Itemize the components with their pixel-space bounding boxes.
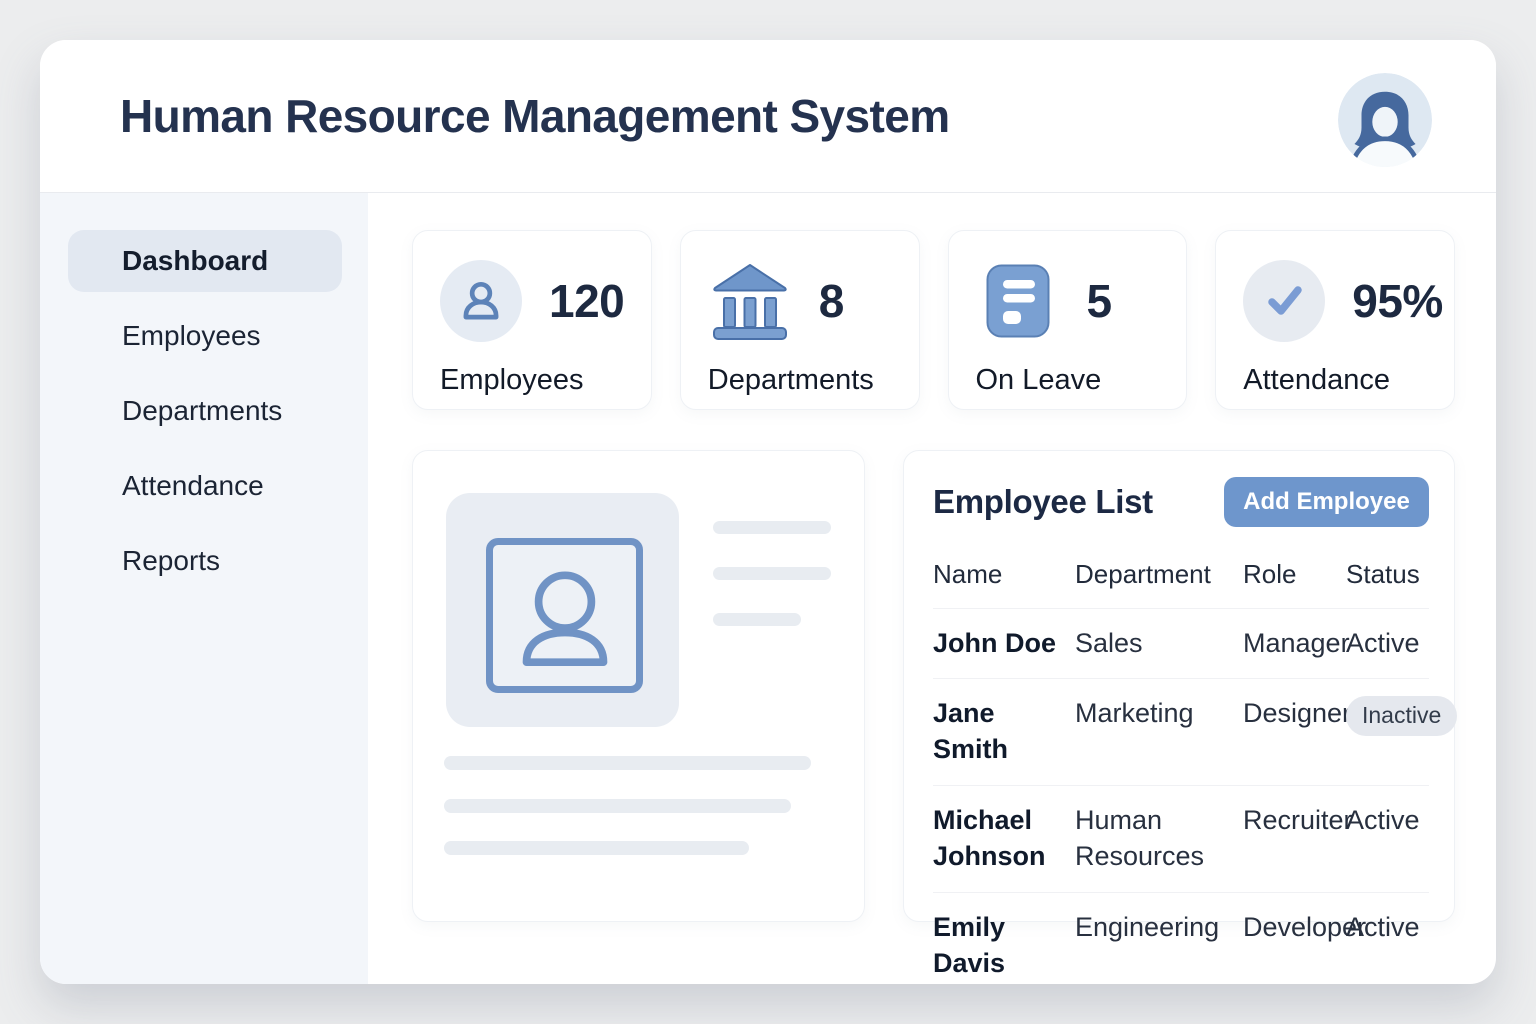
- checkmark-icon: [1243, 260, 1326, 342]
- stat-label-employees: Employees: [440, 364, 584, 396]
- employee-detail-placeholder-panel: [412, 450, 865, 922]
- add-employee-button[interactable]: Add Employee: [1224, 477, 1429, 527]
- header: Human Resource Management System: [40, 40, 1496, 192]
- employee-table: Name Department Role Status John Doe Sal…: [933, 557, 1458, 984]
- skeleton-line: [444, 799, 791, 813]
- sidebar-item-departments[interactable]: Departments: [68, 380, 342, 442]
- employee-list-title: Employee List: [933, 483, 1153, 520]
- employee-status: Active: [1346, 912, 1420, 943]
- stat-label-attendance: Attendance: [1243, 364, 1390, 396]
- employee-role: Developer: [1243, 912, 1367, 943]
- column-header-role: Role: [1243, 559, 1297, 589]
- column-header-department: Department: [1075, 559, 1211, 589]
- user-icon: [440, 260, 522, 342]
- column-header-name: Name: [933, 559, 1003, 589]
- skeleton-line: [444, 756, 811, 770]
- skeleton-line: [713, 613, 801, 626]
- employee-name: Emily Davis: [933, 912, 1006, 979]
- employee-department: Sales: [1075, 627, 1143, 658]
- employee-status: Active: [1346, 805, 1420, 836]
- sidebar: Dashboard Employees Departments Attendan…: [40, 193, 368, 984]
- status-badge: Inactive: [1346, 696, 1458, 737]
- stat-value-employees: 120: [549, 275, 625, 327]
- bank-icon: [708, 259, 792, 343]
- skeleton-line: [444, 841, 749, 855]
- employee-name: Michael Johnson: [933, 805, 1046, 872]
- sidebar-item-attendance[interactable]: Attendance: [68, 455, 342, 517]
- user-avatar[interactable]: [1338, 73, 1432, 167]
- skeleton-line: [713, 521, 831, 534]
- stat-card-employees: 120 Employees: [412, 230, 652, 410]
- employee-department: Engineering: [1075, 912, 1220, 943]
- table-row[interactable]: John Doe Sales Manager Active: [933, 607, 1429, 679]
- female-user-avatar-icon: [1338, 73, 1432, 167]
- table-header-row: Name Department Role Status: [933, 557, 1429, 608]
- sidebar-item-employees[interactable]: Employees: [68, 305, 342, 367]
- employee-name: Jane Smith: [933, 698, 1009, 765]
- skeleton-line: [713, 567, 831, 580]
- employee-status: Inactive: [1346, 696, 1467, 737]
- employee-role: Designer: [1243, 698, 1352, 729]
- stat-value-attendance: 95%: [1352, 275, 1443, 327]
- page-title: Human Resource Management System: [120, 90, 950, 142]
- sidebar-item-reports[interactable]: Reports: [68, 530, 342, 592]
- table-row[interactable]: Emily Davis Engineering Developer Active: [933, 892, 1429, 984]
- employee-status: Active: [1346, 627, 1420, 658]
- employee-list-panel: Employee List Add Employee Name Departme…: [903, 450, 1458, 978]
- table-row[interactable]: Michael Johnson Human Resources Recruite…: [933, 785, 1429, 892]
- employee-department: Marketing: [1075, 698, 1194, 729]
- sidebar-item-dashboard[interactable]: Dashboard: [68, 230, 342, 292]
- employee-role: Manager: [1243, 627, 1350, 658]
- photo-placeholder-frame: [446, 493, 679, 727]
- stat-value-on-leave: 5: [1086, 275, 1113, 327]
- column-header-status: Status: [1346, 559, 1420, 589]
- stats-row: 120 Employees 8 Departments 5 On Leave 9…: [412, 230, 1455, 410]
- person-photo-placeholder-icon: [486, 538, 643, 693]
- stat-label-departments: Departments: [707, 364, 874, 396]
- sidebar-nav: Dashboard Employees Departments Attendan…: [68, 230, 342, 605]
- stat-card-on-leave: 5 On Leave: [947, 230, 1188, 410]
- employee-department: Human Resources: [1075, 805, 1205, 872]
- stat-card-departments: 8 Departments: [679, 230, 920, 410]
- document-icon: [976, 259, 1060, 343]
- stat-label-on-leave: On Leave: [975, 364, 1102, 396]
- table-row[interactable]: Jane Smith Marketing Designer Inactive: [933, 678, 1458, 785]
- app-window: Human Resource Management System Dashboa…: [40, 40, 1496, 984]
- employee-name: John Doe: [933, 627, 1057, 658]
- stat-value-departments: 8: [818, 275, 845, 327]
- employee-role: Recruiter: [1243, 805, 1353, 836]
- stat-card-attendance: 95% Attendance: [1215, 230, 1455, 410]
